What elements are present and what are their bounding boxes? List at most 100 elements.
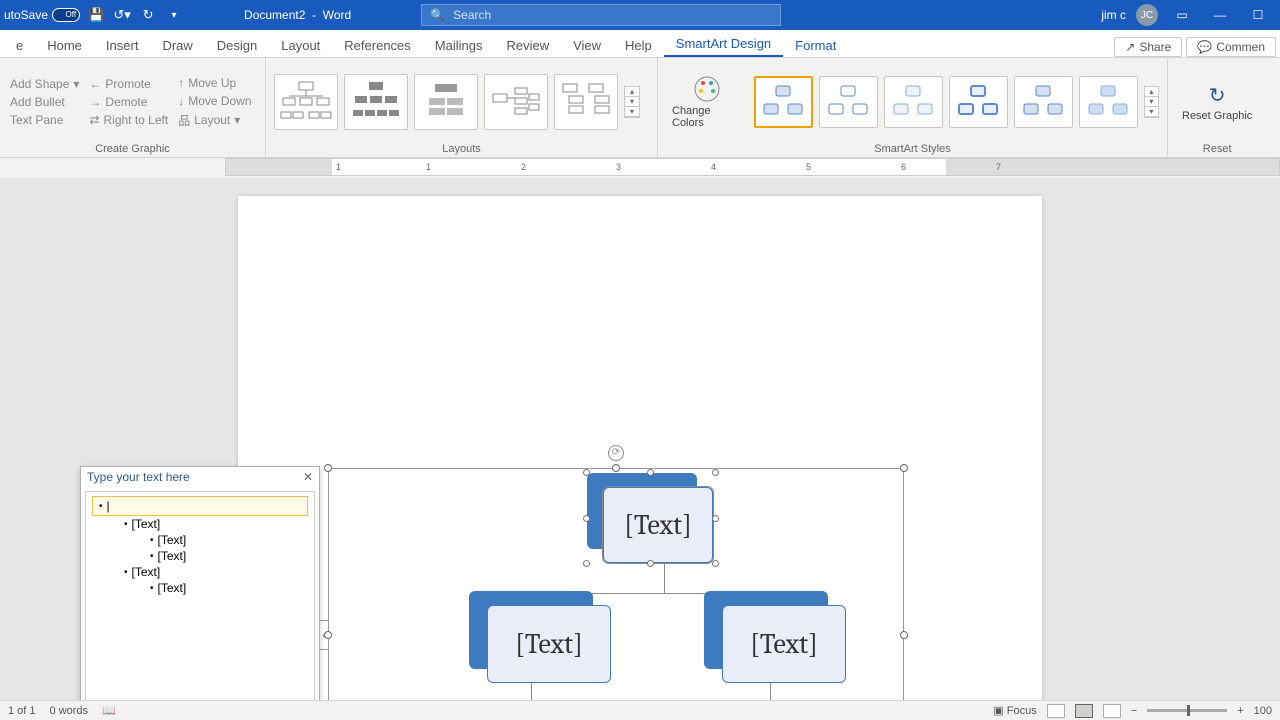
textpane-item[interactable]: •[Text] bbox=[92, 564, 308, 580]
smartart-node[interactable]: [Text] bbox=[704, 591, 848, 683]
frame-handle[interactable] bbox=[612, 464, 620, 472]
textpane-close-button[interactable]: ✕ bbox=[303, 470, 313, 484]
node-handle[interactable] bbox=[712, 560, 719, 567]
node-handle[interactable] bbox=[583, 515, 590, 522]
move-up-button[interactable]: ↑Move Up bbox=[176, 75, 253, 91]
zoom-out-button[interactable]: − bbox=[1131, 705, 1137, 717]
tab-references[interactable]: References bbox=[332, 34, 422, 57]
layouts-scroll[interactable]: ▴▾▾ bbox=[624, 86, 640, 118]
spell-check-icon[interactable]: 📖 bbox=[102, 704, 116, 717]
tab-layout[interactable]: Layout bbox=[269, 34, 332, 57]
view-read-button[interactable] bbox=[1047, 704, 1065, 718]
node-handle[interactable] bbox=[647, 469, 654, 476]
frame-handle[interactable] bbox=[900, 464, 908, 472]
layout-button[interactable]: 品Layout ▾ bbox=[176, 111, 253, 130]
text-pane-button[interactable]: Text Pane bbox=[8, 112, 81, 128]
horizontal-ruler[interactable]: 1 1 2 3 4 5 6 7 bbox=[225, 158, 1280, 176]
minimize-button[interactable]: — bbox=[1206, 8, 1234, 22]
style-option-6[interactable] bbox=[1079, 76, 1138, 128]
group-layouts: Layouts bbox=[274, 142, 649, 155]
move-down-button[interactable]: ↓Move Down bbox=[176, 93, 253, 109]
tab-insert[interactable]: Insert bbox=[94, 34, 151, 57]
save-icon[interactable]: 💾 bbox=[86, 5, 106, 25]
style-option-5[interactable] bbox=[1014, 76, 1073, 128]
layout-icon: 品 bbox=[178, 112, 190, 129]
autosave-toggle[interactable]: utoSave Off bbox=[4, 8, 80, 22]
smartart-node[interactable]: [Text] bbox=[469, 591, 613, 683]
smartart-node-root[interactable]: [Text] bbox=[587, 473, 715, 563]
undo-icon[interactable]: ↺▾ bbox=[112, 5, 132, 25]
tab-design[interactable]: Design bbox=[205, 34, 269, 57]
node-handle[interactable] bbox=[712, 515, 719, 522]
node-handle[interactable] bbox=[647, 560, 654, 567]
smartart-frame[interactable]: ⟳ ‹ [Text] bbox=[328, 468, 904, 700]
frame-handle[interactable] bbox=[900, 631, 908, 639]
comments-button[interactable]: 💬Commen bbox=[1186, 37, 1276, 57]
reset-graphic-button[interactable]: ↻ Reset Graphic bbox=[1176, 81, 1258, 124]
frame-handle[interactable] bbox=[324, 464, 332, 472]
view-print-button[interactable] bbox=[1075, 704, 1093, 718]
layout-option-5[interactable] bbox=[554, 74, 618, 130]
group-reset: Reset bbox=[1176, 142, 1258, 155]
textpane-item[interactable]: •[Text] bbox=[92, 532, 308, 548]
demote-button[interactable]: →Demote bbox=[87, 94, 170, 110]
tab-file[interactable]: e bbox=[4, 34, 35, 57]
up-icon: ↑ bbox=[178, 76, 184, 90]
autosave-label: utoSave bbox=[4, 8, 48, 22]
share-icon: ↗ bbox=[1125, 40, 1135, 54]
maximize-button[interactable]: ☐ bbox=[1244, 8, 1272, 22]
redo-icon[interactable]: ↻ bbox=[138, 5, 158, 25]
reset-icon: ↻ bbox=[1209, 83, 1226, 108]
textpane-item[interactable]: •[Text] bbox=[92, 580, 308, 596]
rtl-button[interactable]: ⇄Right to Left bbox=[87, 112, 170, 128]
document-title: Document2 - Word bbox=[244, 8, 351, 22]
frame-handle[interactable] bbox=[324, 631, 332, 639]
search-box[interactable]: 🔍 Search bbox=[421, 4, 781, 26]
zoom-in-button[interactable]: + bbox=[1237, 705, 1243, 717]
layout-option-4[interactable] bbox=[484, 74, 548, 130]
share-button[interactable]: ↗Share bbox=[1114, 37, 1182, 57]
autosave-switch[interactable]: Off bbox=[52, 8, 80, 22]
tab-format[interactable]: Format bbox=[783, 34, 848, 57]
node-handle[interactable] bbox=[583, 560, 590, 567]
tab-smartart-design[interactable]: SmartArt Design bbox=[664, 32, 783, 57]
node-handle[interactable] bbox=[583, 469, 590, 476]
rotate-handle[interactable]: ⟳ bbox=[608, 445, 624, 461]
style-option-3[interactable] bbox=[884, 76, 943, 128]
ribbon-mode-icon[interactable]: ▭ bbox=[1168, 8, 1196, 22]
node-handle[interactable] bbox=[712, 469, 719, 476]
textpane-list[interactable]: •|•[Text]•[Text]•[Text]•[Text]•[Text] bbox=[85, 491, 315, 700]
tab-mailings[interactable]: Mailings bbox=[423, 34, 495, 57]
textpane-item[interactable]: •[Text] bbox=[92, 516, 308, 532]
styles-scroll[interactable]: ▴▾▾ bbox=[1144, 86, 1159, 118]
layout-option-2[interactable] bbox=[344, 74, 408, 130]
view-web-button[interactable] bbox=[1103, 704, 1121, 718]
connector bbox=[531, 681, 532, 700]
add-shape-button[interactable]: Add Shape ▾ bbox=[8, 76, 81, 92]
tab-review[interactable]: Review bbox=[494, 34, 561, 57]
promote-button[interactable]: ←Promote bbox=[87, 76, 170, 92]
style-option-4[interactable] bbox=[949, 76, 1008, 128]
layout-option-1[interactable] bbox=[274, 74, 338, 130]
change-colors-button[interactable]: Change Colors bbox=[666, 73, 748, 131]
textpane-item[interactable]: •| bbox=[92, 496, 308, 516]
textpane-item[interactable]: •[Text] bbox=[92, 548, 308, 564]
user-avatar[interactable]: JC bbox=[1136, 4, 1158, 26]
tab-draw[interactable]: Draw bbox=[150, 34, 204, 57]
tab-home[interactable]: Home bbox=[35, 34, 94, 57]
status-words[interactable]: 0 words bbox=[50, 705, 89, 717]
zoom-level[interactable]: 100 bbox=[1254, 705, 1272, 717]
zoom-slider[interactable] bbox=[1147, 709, 1227, 712]
connector bbox=[770, 681, 771, 700]
focus-mode-button[interactable]: ▣ Focus bbox=[993, 704, 1036, 717]
layout-option-3[interactable] bbox=[414, 74, 478, 130]
status-page[interactable]: 1 of 1 bbox=[8, 705, 36, 717]
tab-view[interactable]: View bbox=[561, 34, 613, 57]
text-pane[interactable]: Type your text here ✕ •|•[Text]•[Text]•[… bbox=[80, 466, 320, 700]
style-option-2[interactable] bbox=[819, 76, 878, 128]
rtl-icon: ⇄ bbox=[89, 113, 99, 127]
qat-more-icon[interactable]: ▾ bbox=[164, 5, 184, 25]
tab-help[interactable]: Help bbox=[613, 34, 664, 57]
add-bullet-button[interactable]: Add Bullet bbox=[8, 94, 81, 110]
style-option-1[interactable] bbox=[754, 76, 813, 128]
